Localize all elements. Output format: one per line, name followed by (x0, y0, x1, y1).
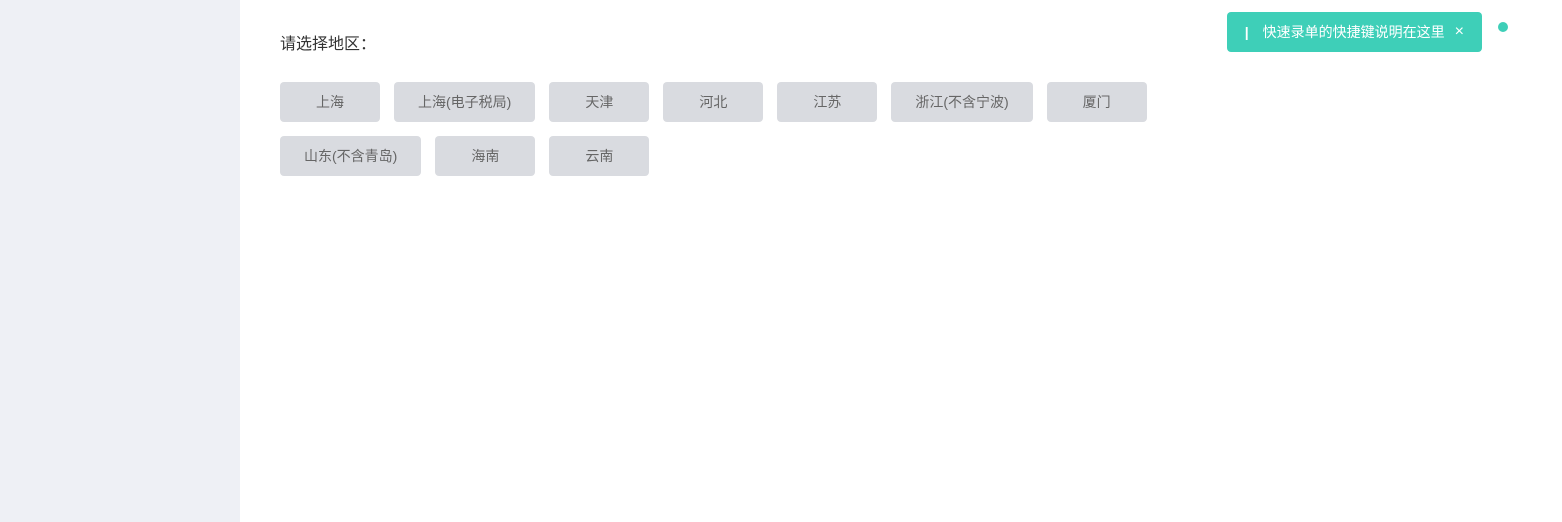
region-button[interactable]: 江苏 (777, 82, 877, 122)
region-button[interactable]: 天津 (549, 82, 649, 122)
region-button[interactable]: 上海(电子税局) (394, 82, 535, 122)
region-button[interactable]: 云南 (549, 136, 649, 176)
region-button[interactable]: 海南 (435, 136, 535, 176)
tooltip-dot (1498, 22, 1508, 32)
tooltip-close-button[interactable]: × (1455, 24, 1464, 40)
region-button[interactable]: 山东(不含青岛) (280, 136, 421, 176)
region-button[interactable]: 浙江(不含宁波) (891, 82, 1032, 122)
tooltip-banner: 快速录单的快捷键说明在这里 × (1227, 12, 1482, 52)
region-grid: 上海上海(电子税局) 天津河北江苏浙江(不含宁波) 厦门山东(不含青岛) 海南云南 (280, 82, 1180, 176)
sidebar (0, 0, 240, 522)
region-button[interactable]: 厦门 (1047, 82, 1147, 122)
region-button[interactable]: 上海 (280, 82, 380, 122)
tooltip-text: 快速录单的快捷键说明在这里 (1263, 22, 1445, 42)
region-button[interactable]: 河北 (663, 82, 763, 122)
main-content: 请选择地区： 上海上海(电子税局)天津河北江苏浙江(不含宁波)厦门山东(不含青岛… (240, 0, 1562, 522)
